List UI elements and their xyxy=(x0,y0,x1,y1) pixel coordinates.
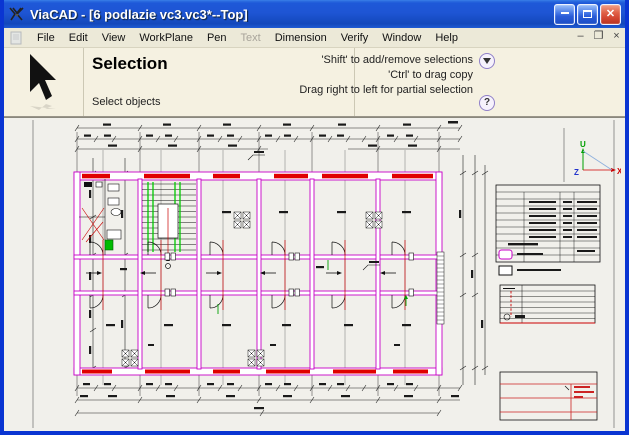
axis-u-label: U xyxy=(580,140,586,149)
drawing-viewport[interactable]: U X Z xyxy=(4,117,625,431)
menu-verify[interactable]: Verify xyxy=(334,30,376,46)
hint-drag: Drag right to left for partial selection xyxy=(299,84,473,96)
title-bar[interactable]: ViaCAD - [6 podlazie vc3.vc3*--Top] ✕ xyxy=(4,0,625,28)
tool-info-panel: Selection Select objects 'Shift' to add/… xyxy=(4,48,625,117)
mdi-restore-button[interactable]: ❐ xyxy=(590,30,607,45)
axis-z-label: Z xyxy=(574,168,579,177)
mdi-close-button[interactable]: × xyxy=(608,30,625,45)
corridor-arrows xyxy=(86,271,396,275)
chevron-down-icon xyxy=(483,58,491,64)
minimize-button[interactable] xyxy=(554,3,575,25)
menu-view[interactable]: View xyxy=(95,30,133,46)
top-dimensions xyxy=(74,121,463,153)
bathroom xyxy=(79,179,122,255)
viacad-window: ViaCAD - [6 podlazie vc3.vc3*--Top] ✕ Fi… xyxy=(0,0,629,435)
menu-dimension[interactable]: Dimension xyxy=(268,30,334,46)
hint-shift: 'Shift' to add/remove selections xyxy=(321,54,473,66)
right-shaft xyxy=(436,251,445,325)
tool-hints: 'Shift' to add/remove selections 'Ctrl' … xyxy=(173,53,473,98)
close-button[interactable]: ✕ xyxy=(600,3,621,25)
title-block xyxy=(499,371,598,421)
detail-table xyxy=(499,284,596,324)
collapse-panel-button[interactable] xyxy=(479,53,495,69)
hint-ctrl: 'Ctrl' to drag copy xyxy=(388,69,473,81)
menu-edit[interactable]: Edit xyxy=(62,30,95,46)
bottom-dimensions xyxy=(74,383,463,417)
drawing-canvas[interactable]: U X Z xyxy=(8,120,621,428)
menu-help[interactable]: Help xyxy=(428,30,465,46)
axis-x-label: X xyxy=(617,167,621,176)
menu-workplane[interactable]: WorkPlane xyxy=(132,30,200,46)
viacad-logo-icon xyxy=(9,7,24,21)
maximize-button[interactable] xyxy=(577,3,598,25)
building-walls xyxy=(73,171,443,376)
menu-text: Text xyxy=(240,31,261,44)
right-dimensions xyxy=(459,155,489,385)
sheet-border xyxy=(32,120,615,428)
tool-subtitle: Select objects xyxy=(92,96,161,108)
tool-icon-box xyxy=(4,48,84,116)
document-icon[interactable] xyxy=(9,31,24,45)
doors xyxy=(89,241,406,309)
menu-bar: File Edit View WorkPlane Pen Text Dimens… xyxy=(4,28,625,48)
minimize-icon xyxy=(560,11,569,14)
window-title: ViaCAD - [6 podlazie vc3.vc3*--Top] xyxy=(30,6,248,22)
tool-title: Selection xyxy=(92,54,168,73)
menu-window[interactable]: Window xyxy=(375,30,428,46)
selection-arrow-icon xyxy=(30,54,56,110)
help-button[interactable]: ? xyxy=(479,95,495,111)
menu-file[interactable]: File xyxy=(30,30,62,46)
maximize-icon xyxy=(583,9,592,18)
menu-pen[interactable]: Pen xyxy=(200,30,234,46)
mdi-minimize-button[interactable]: – xyxy=(572,30,589,45)
close-icon: ✕ xyxy=(605,7,616,20)
